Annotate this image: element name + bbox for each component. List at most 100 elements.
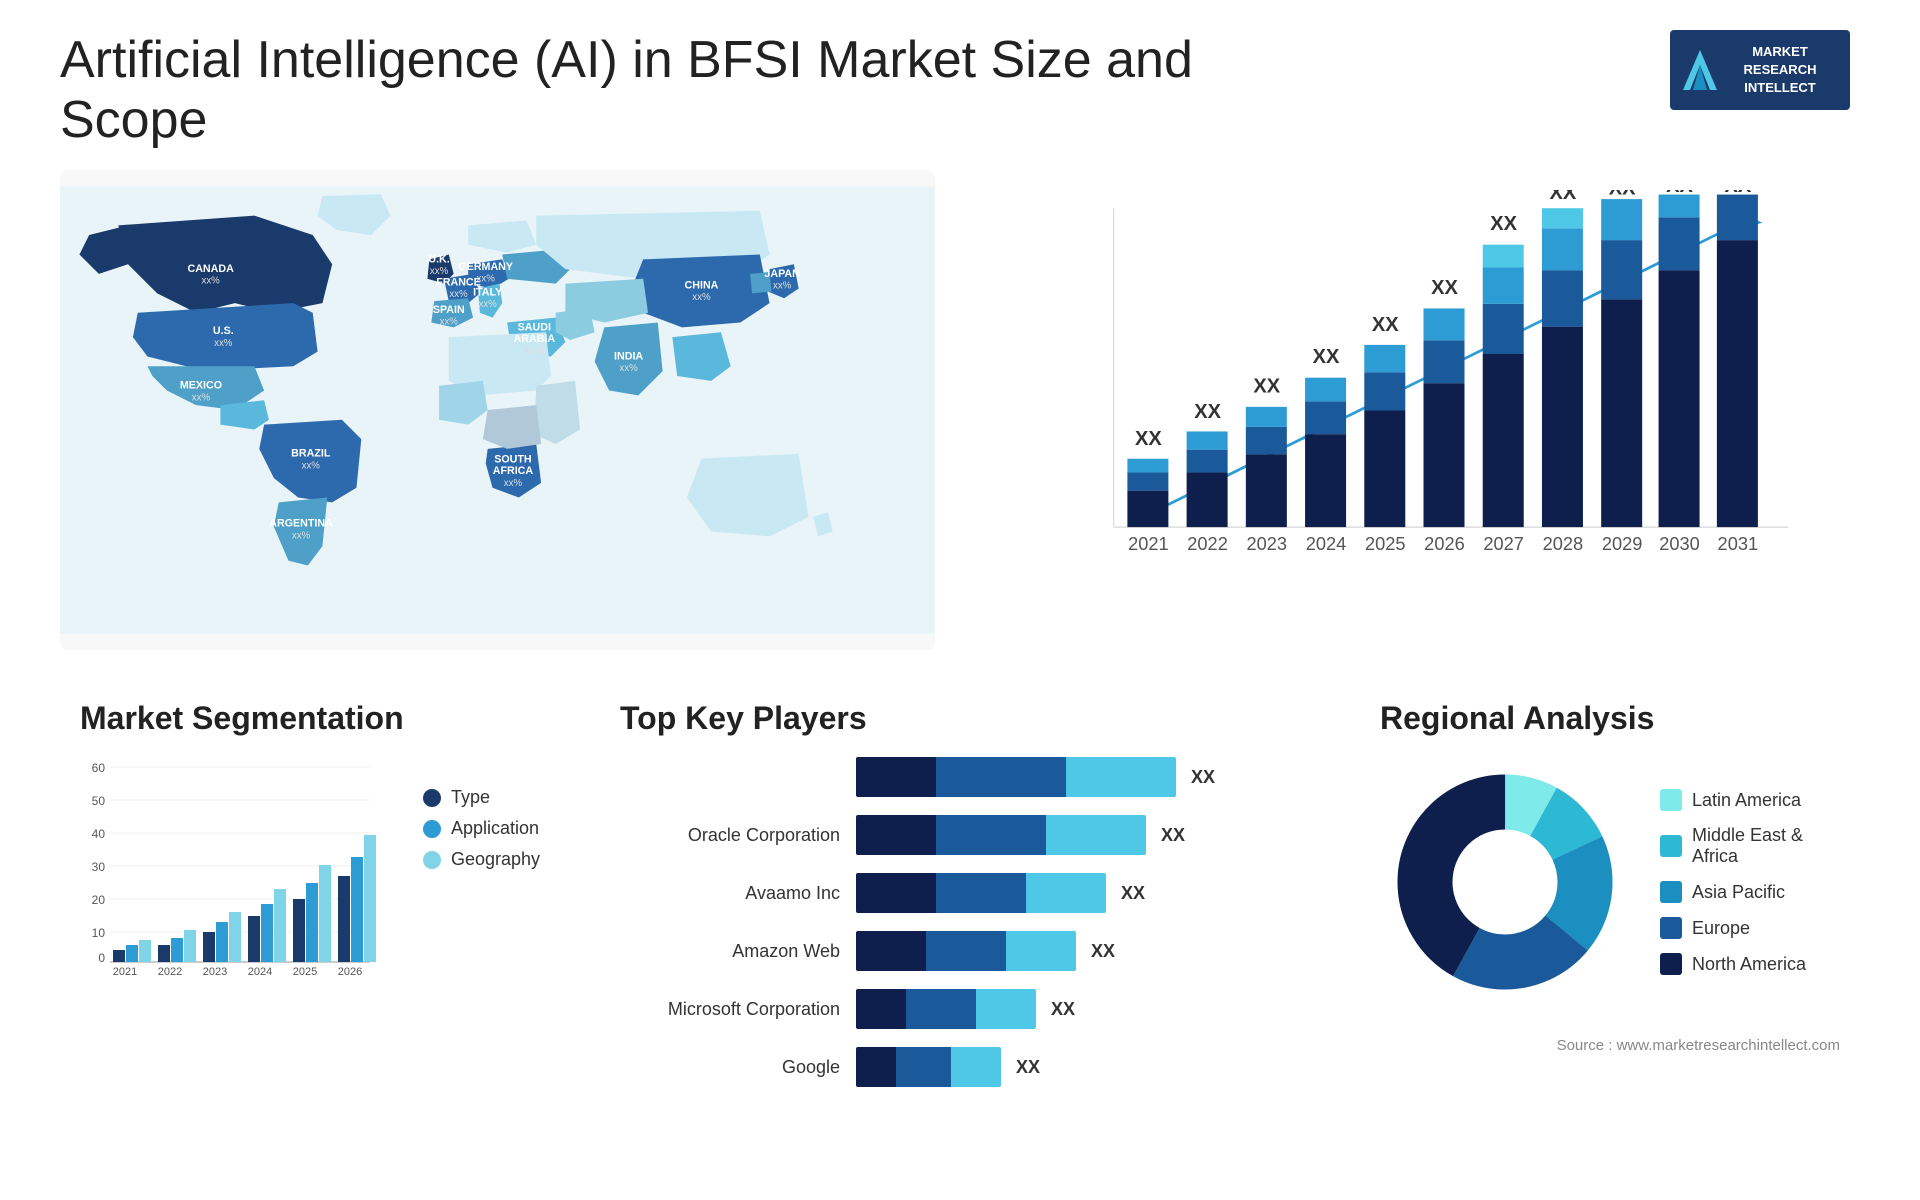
donut-svg [1380, 757, 1630, 1007]
player-value-google: XX [1016, 1057, 1040, 1078]
player-row-google: Google XX [620, 1047, 1300, 1087]
player-bar-avaamo [856, 873, 1106, 913]
legend-asia-pacific: Asia Pacific [1660, 881, 1840, 903]
europe-label: Europe [1692, 918, 1750, 939]
asia-pacific-color [1660, 881, 1682, 903]
canada-value: xx% [201, 276, 220, 287]
svg-text:2021: 2021 [1128, 534, 1169, 554]
france-value: xx% [449, 289, 468, 300]
germany-label: GERMANY [458, 261, 513, 273]
middle-east-color [1660, 835, 1682, 857]
svg-text:2025: 2025 [293, 966, 317, 977]
player-bar-amazon [856, 931, 1076, 971]
north-america-color [1660, 953, 1682, 975]
argentina-label: ARGENTINA [269, 518, 333, 530]
us-value: xx% [214, 338, 233, 349]
donut-chart [1380, 757, 1630, 1007]
player-bar-area-avaamo: XX [856, 873, 1300, 913]
middle-east-label: Middle East & Africa [1692, 825, 1840, 867]
brazil-value: xx% [302, 460, 321, 471]
growth-chart-svg: XX 2021 XX 2022 XX 2023 XX 2024 [1035, 190, 1830, 600]
svg-text:2026: 2026 [1424, 534, 1465, 554]
svg-text:2022: 2022 [1187, 534, 1228, 554]
type-dot [423, 789, 441, 807]
svg-text:2024: 2024 [248, 966, 272, 977]
sa-label2: AFRICA [493, 465, 534, 477]
svg-text:10: 10 [92, 926, 106, 940]
italy-value: xx% [478, 299, 497, 310]
italy-label: ITALY [473, 286, 502, 298]
mexico-value: xx% [192, 392, 211, 403]
svg-text:50: 50 [92, 794, 106, 808]
asia-pacific-label: Asia Pacific [1692, 882, 1785, 903]
svg-text:30: 30 [92, 860, 106, 874]
player-name-oracle: Oracle Corporation [620, 825, 840, 846]
uk-label: U.K. [428, 253, 449, 265]
player-name-google: Google [620, 1057, 840, 1078]
india-label: INDIA [614, 350, 643, 362]
legend-middle-east: Middle East & Africa [1660, 825, 1840, 867]
segmentation-legend: Type Application Geography [423, 787, 540, 870]
regional-container: Regional Analysis [1360, 690, 1860, 1170]
geography-label: Geography [451, 849, 540, 870]
regional-legend: Latin America Middle East & Africa Asia … [1660, 789, 1840, 975]
india-value: xx% [619, 363, 638, 374]
japan-label: JAPAN [764, 268, 799, 280]
svg-text:2024: 2024 [1306, 534, 1347, 554]
svg-text:0: 0 [98, 951, 105, 965]
uk-value: xx% [430, 266, 449, 277]
svg-text:60: 60 [92, 761, 106, 775]
player-bar-oracle [856, 815, 1146, 855]
player-bar-1 [856, 757, 1176, 797]
logo-text: MARKET RESEARCH INTELLECT [1704, 43, 1817, 98]
top-section: CANADA xx% U.S. xx% MEXICO xx% BRAZIL xx… [60, 170, 1860, 650]
page-container: Artificial Intelligence (AI) in BFSI Mar… [0, 0, 1920, 1200]
svg-text:2023: 2023 [1246, 534, 1287, 554]
svg-text:2022: 2022 [158, 966, 182, 977]
player-bar-area-google: XX [856, 1047, 1300, 1087]
svg-text:2023: 2023 [203, 966, 227, 977]
argentina-value: xx% [292, 530, 311, 541]
svg-text:XX: XX [1253, 375, 1280, 397]
germany-value: xx% [477, 274, 496, 285]
application-label: Application [451, 818, 539, 839]
header: Artificial Intelligence (AI) in BFSI Mar… [60, 30, 1860, 150]
player-bar-area-microsoft: XX [856, 989, 1300, 1029]
svg-text:2029: 2029 [1602, 534, 1643, 554]
svg-text:XX: XX [1549, 190, 1576, 204]
player-name-amazon: Amazon Web [620, 941, 840, 962]
svg-text:XX: XX [1431, 277, 1458, 299]
latin-america-label: Latin America [1692, 790, 1801, 811]
player-row-amazon: Amazon Web XX [620, 931, 1300, 971]
japan-value: xx% [773, 281, 792, 292]
legend-europe: Europe [1660, 917, 1840, 939]
saudi-label: SAUDI [518, 321, 551, 333]
svg-text:XX: XX [1724, 190, 1751, 197]
player-bar-microsoft [856, 989, 1036, 1029]
latin-america-color [1660, 789, 1682, 811]
svg-text:20: 20 [92, 893, 106, 907]
svg-text:XX: XX [1312, 346, 1339, 368]
north-america-label: North America [1692, 954, 1806, 975]
players-title: Top Key Players [620, 700, 1300, 737]
sa-value: xx% [504, 478, 523, 489]
regional-content: Latin America Middle East & Africa Asia … [1380, 757, 1840, 1007]
player-row-microsoft: Microsoft Corporation XX [620, 989, 1300, 1029]
svg-text:XX: XX [1372, 314, 1399, 336]
svg-text:XX: XX [1490, 213, 1517, 235]
player-value-microsoft: XX [1051, 999, 1075, 1020]
legend-north-america: North America [1660, 953, 1840, 975]
mexico-label: MEXICO [180, 380, 222, 392]
player-row-avaamo: Avaamo Inc XX [620, 873, 1300, 913]
svg-text:2025: 2025 [1365, 534, 1406, 554]
svg-text:2031: 2031 [1717, 534, 1758, 554]
logo-box: MARKET RESEARCH INTELLECT [1670, 30, 1850, 110]
bar-chart-container: XX 2021 XX 2022 XX 2023 XX 2024 [975, 170, 1860, 650]
geography-dot [423, 851, 441, 869]
type-label: Type [451, 787, 490, 808]
svg-text:2026: 2026 [338, 966, 362, 977]
player-bar-area-oracle: XX [856, 815, 1300, 855]
player-bar-area-1: XX [856, 757, 1300, 797]
segmentation-container: Market Segmentation 60 50 40 30 20 10 0 [60, 690, 560, 1170]
svg-text:40: 40 [92, 827, 106, 841]
